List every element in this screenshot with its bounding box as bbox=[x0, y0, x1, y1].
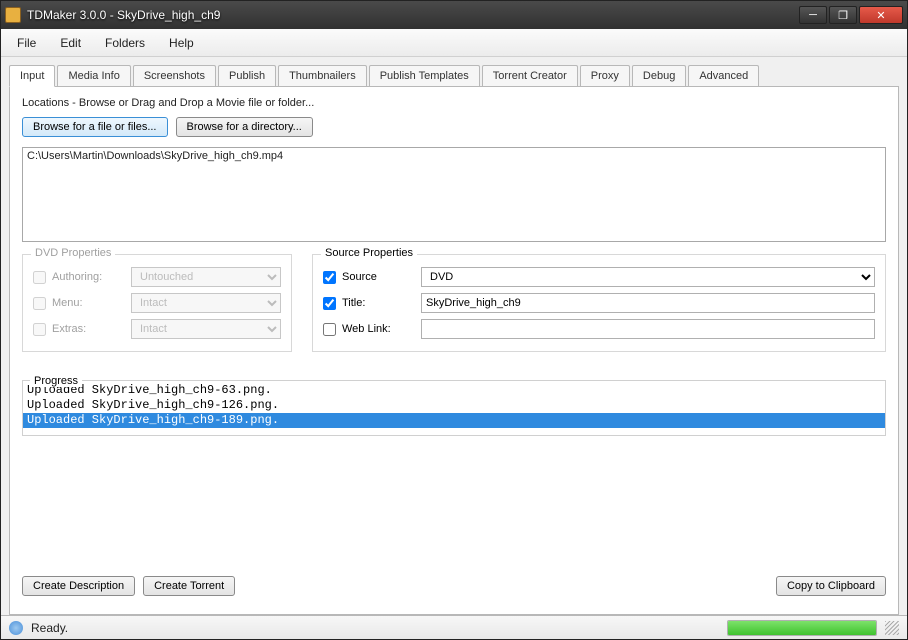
menu-select[interactable]: Intact bbox=[131, 293, 281, 313]
menu-edit[interactable]: Edit bbox=[50, 32, 91, 54]
authoring-checkbox-label: Authoring: bbox=[33, 271, 123, 284]
tab-screenshots[interactable]: Screenshots bbox=[133, 65, 216, 86]
weblink-input[interactable] bbox=[421, 319, 875, 339]
progress-line[interactable]: Uploaded SkyDrive_high_ch9-63.png. bbox=[23, 383, 885, 398]
progress-legend: Progress bbox=[30, 375, 82, 387]
browse-files-button[interactable]: Browse for a file or files... bbox=[22, 117, 168, 137]
status-progressbar bbox=[727, 620, 877, 636]
minimize-button[interactable]: ─ bbox=[799, 6, 827, 24]
create-description-button[interactable]: Create Description bbox=[22, 576, 135, 596]
tab-input[interactable]: Input bbox=[9, 65, 55, 87]
tab-torrent-creator[interactable]: Torrent Creator bbox=[482, 65, 578, 86]
tab-proxy[interactable]: Proxy bbox=[580, 65, 630, 86]
maximize-button[interactable]: ❐ bbox=[829, 6, 857, 24]
tab-publish[interactable]: Publish bbox=[218, 65, 276, 86]
close-button[interactable]: ✕ bbox=[859, 6, 903, 24]
status-icon bbox=[9, 621, 23, 635]
source-checkbox[interactable] bbox=[323, 271, 336, 284]
tab-publish-templates[interactable]: Publish Templates bbox=[369, 65, 480, 86]
tab-advanced[interactable]: Advanced bbox=[688, 65, 759, 86]
tab-media-info[interactable]: Media Info bbox=[57, 65, 130, 86]
progress-log[interactable]: Uploaded SkyDrive_high_ch9-63.png. Uploa… bbox=[22, 380, 886, 436]
source-select[interactable]: DVD bbox=[421, 267, 875, 287]
authoring-select[interactable]: Untouched bbox=[131, 267, 281, 287]
app-window: TDMaker 3.0.0 - SkyDrive_high_ch9 ─ ❐ ✕ … bbox=[0, 0, 908, 640]
authoring-checkbox[interactable] bbox=[33, 271, 46, 284]
menu-checkbox-label: Menu: bbox=[33, 297, 123, 310]
extras-checkbox-label: Extras: bbox=[33, 323, 123, 336]
create-torrent-button[interactable]: Create Torrent bbox=[143, 576, 235, 596]
progress-group: Progress Uploaded SkyDrive_high_ch9-63.p… bbox=[22, 368, 886, 436]
browse-directory-button[interactable]: Browse for a directory... bbox=[176, 117, 313, 137]
tab-thumbnailers[interactable]: Thumbnailers bbox=[278, 65, 367, 86]
extras-checkbox[interactable] bbox=[33, 323, 46, 336]
menu-help[interactable]: Help bbox=[159, 32, 204, 54]
dvd-properties-legend: DVD Properties bbox=[31, 247, 115, 259]
locations-label: Locations - Browse or Drag and Drop a Mo… bbox=[22, 97, 886, 109]
app-icon bbox=[5, 7, 21, 23]
weblink-checkbox[interactable] bbox=[323, 323, 336, 336]
statusbar: Ready. bbox=[1, 615, 907, 639]
source-checkbox-label: Source bbox=[323, 271, 413, 284]
resize-grip[interactable] bbox=[885, 621, 899, 635]
weblink-checkbox-label: Web Link: bbox=[323, 323, 413, 336]
status-progressbar-fill bbox=[728, 621, 876, 635]
window-title: TDMaker 3.0.0 - SkyDrive_high_ch9 bbox=[27, 8, 799, 22]
client-area: Input Media Info Screenshots Publish Thu… bbox=[1, 57, 907, 615]
title-checkbox[interactable] bbox=[323, 297, 336, 310]
source-properties-legend: Source Properties bbox=[321, 247, 417, 259]
tab-debug[interactable]: Debug bbox=[632, 65, 686, 86]
title-checkbox-label: Title: bbox=[323, 297, 413, 310]
dvd-properties-group: DVD Properties Authoring: Untouched Menu… bbox=[22, 254, 292, 352]
progress-line-selected[interactable]: Uploaded SkyDrive_high_ch9-189.png. bbox=[23, 413, 885, 428]
menu-folders[interactable]: Folders bbox=[95, 32, 155, 54]
status-text: Ready. bbox=[31, 621, 719, 635]
tab-panel-input: Locations - Browse or Drag and Drop a Mo… bbox=[9, 86, 899, 615]
copy-to-clipboard-button[interactable]: Copy to Clipboard bbox=[776, 576, 886, 596]
titlebar: TDMaker 3.0.0 - SkyDrive_high_ch9 ─ ❐ ✕ bbox=[1, 1, 907, 29]
progress-line[interactable]: Uploaded SkyDrive_high_ch9-126.png. bbox=[23, 398, 885, 413]
extras-select[interactable]: Intact bbox=[131, 319, 281, 339]
menu-file[interactable]: File bbox=[7, 32, 46, 54]
tabstrip: Input Media Info Screenshots Publish Thu… bbox=[9, 65, 899, 86]
file-list-input[interactable] bbox=[22, 147, 886, 242]
title-input[interactable] bbox=[421, 293, 875, 313]
source-properties-group: Source Properties Source DVD Title: Web … bbox=[312, 254, 886, 352]
menubar: File Edit Folders Help bbox=[1, 29, 907, 57]
menu-checkbox[interactable] bbox=[33, 297, 46, 310]
